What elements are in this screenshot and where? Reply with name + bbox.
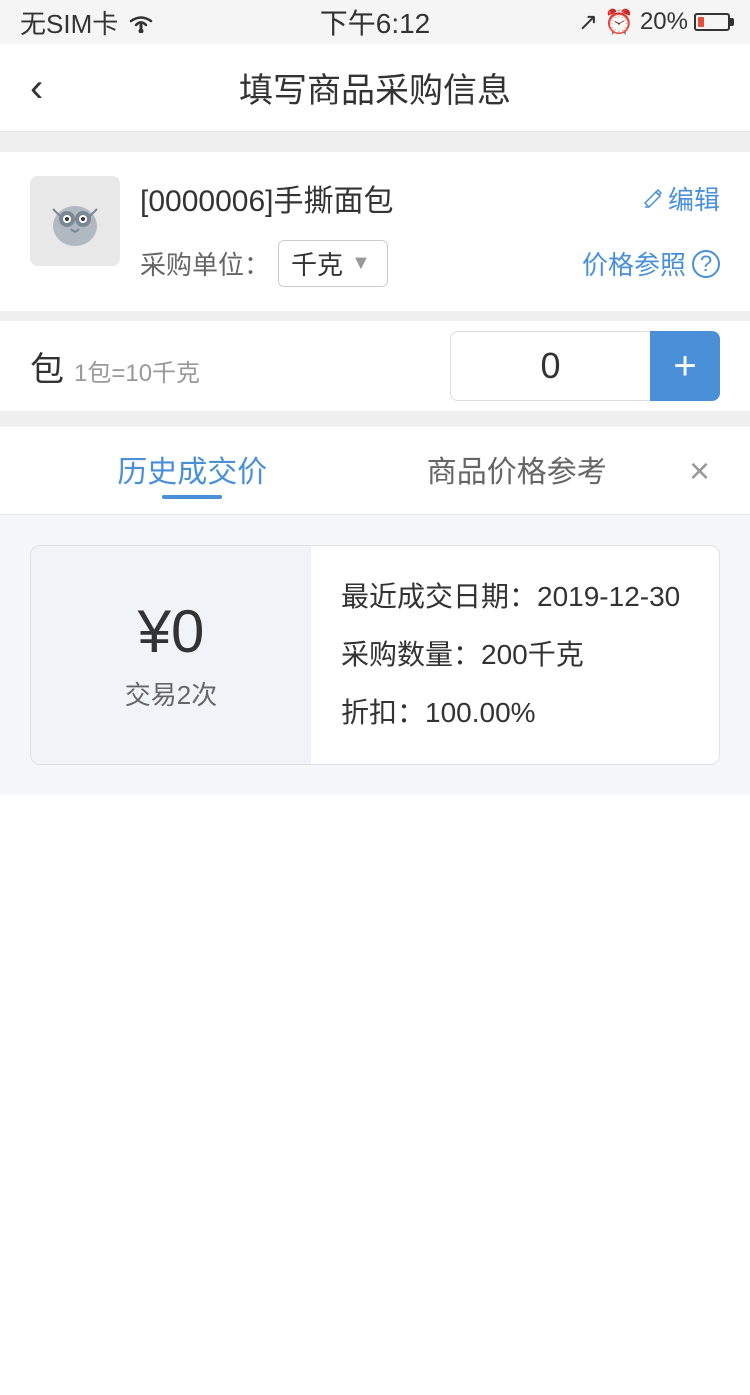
- history-content: ¥0 交易2次 最近成交日期：2019-12-30 采购数量：200千克 折扣：…: [0, 515, 750, 795]
- recent-date-label: 最近成交日期：: [341, 581, 537, 612]
- bottom-space: [0, 795, 750, 1395]
- product-name: [0000006]手撕面包: [140, 176, 393, 220]
- card-details-section: 最近成交日期：2019-12-30 采购数量：200千克 折扣：100.00%: [311, 546, 719, 764]
- wifi-icon: [126, 11, 156, 33]
- product-section: [0000006]手撕面包 编辑 采购单位： 千克 ▼: [0, 152, 750, 311]
- purchase-quantity-label: 采购数量：: [341, 639, 481, 670]
- chevron-down-icon: ▼: [351, 252, 371, 275]
- price-display: ¥0: [138, 599, 205, 665]
- recent-date-value: 2019-12-30: [537, 581, 680, 612]
- owl-logo-icon: [40, 191, 110, 251]
- section-divider: [0, 311, 750, 321]
- location-icon: ↗: [578, 8, 598, 37]
- quantity-conversion: 1包=10千克: [74, 353, 200, 388]
- unit-row: 采购单位： 千克 ▼ 价格参照 ?: [140, 240, 720, 287]
- edit-button[interactable]: 编辑: [642, 180, 720, 217]
- status-right: ↗ ⏰ 20%: [578, 8, 730, 37]
- tabs-header: 历史成交价 商品价格参考 ×: [0, 427, 750, 515]
- product-info: [0000006]手撕面包 编辑 采购单位： 千克 ▼: [140, 176, 720, 287]
- help-icon: ?: [692, 250, 720, 278]
- quantity-label: 包 1包=10千克: [30, 342, 200, 391]
- battery-icon: [694, 13, 730, 31]
- quantity-input[interactable]: [450, 331, 650, 401]
- purchase-quantity-value: 200千克: [481, 639, 584, 670]
- status-time: 下午6:12: [320, 2, 431, 42]
- back-button[interactable]: ‹: [30, 68, 43, 108]
- unit-label: 采购单位：: [140, 245, 270, 282]
- tabs-section: 历史成交价 商品价格参考 × ¥0 交易2次 最近成交日期：2019-12-30…: [0, 427, 750, 795]
- nav-bar: ‹ 填写商品采购信息: [0, 44, 750, 132]
- close-button[interactable]: ×: [679, 450, 720, 492]
- product-name-row: [0000006]手撕面包 编辑: [140, 176, 720, 220]
- quantity-plus-button[interactable]: +: [650, 331, 720, 401]
- tab-history-price[interactable]: 历史成交价: [30, 447, 354, 495]
- carrier-text: 无SIM卡: [20, 4, 118, 41]
- alarm-icon: ⏰: [604, 8, 634, 37]
- quantity-section: 包 1包=10千克 +: [0, 321, 750, 411]
- product-thumbnail: [30, 176, 120, 266]
- quantity-unit: 包: [30, 342, 64, 391]
- recent-date-row: 最近成交日期：2019-12-30: [341, 576, 689, 618]
- edit-icon: [642, 187, 664, 209]
- unit-value: 千克: [291, 245, 343, 282]
- tab-price-reference[interactable]: 商品价格参考: [354, 447, 678, 495]
- status-left: 无SIM卡: [20, 4, 156, 41]
- product-row: [0000006]手撕面包 编辑 采购单位： 千克 ▼: [30, 176, 720, 287]
- discount-value: 100.00%: [425, 697, 536, 728]
- history-card: ¥0 交易2次 最近成交日期：2019-12-30 采购数量：200千克 折扣：…: [30, 545, 720, 765]
- price-reference-button[interactable]: 价格参照 ?: [582, 245, 720, 282]
- page-title: 填写商品采购信息: [239, 63, 511, 112]
- edit-label: 编辑: [668, 180, 720, 217]
- price-ref-label: 价格参照: [582, 245, 686, 282]
- quantity-controls: +: [450, 331, 720, 401]
- trade-count: 交易2次: [125, 675, 217, 712]
- discount-label: 折扣：: [341, 697, 425, 728]
- purchase-quantity-row: 采购数量：200千克: [341, 634, 689, 676]
- status-bar: 无SIM卡 下午6:12 ↗ ⏰ 20%: [0, 0, 750, 44]
- discount-row: 折扣：100.00%: [341, 692, 689, 734]
- unit-select-dropdown[interactable]: 千克 ▼: [278, 240, 388, 287]
- battery-percent: 20%: [640, 8, 688, 36]
- card-price-section: ¥0 交易2次: [31, 546, 311, 764]
